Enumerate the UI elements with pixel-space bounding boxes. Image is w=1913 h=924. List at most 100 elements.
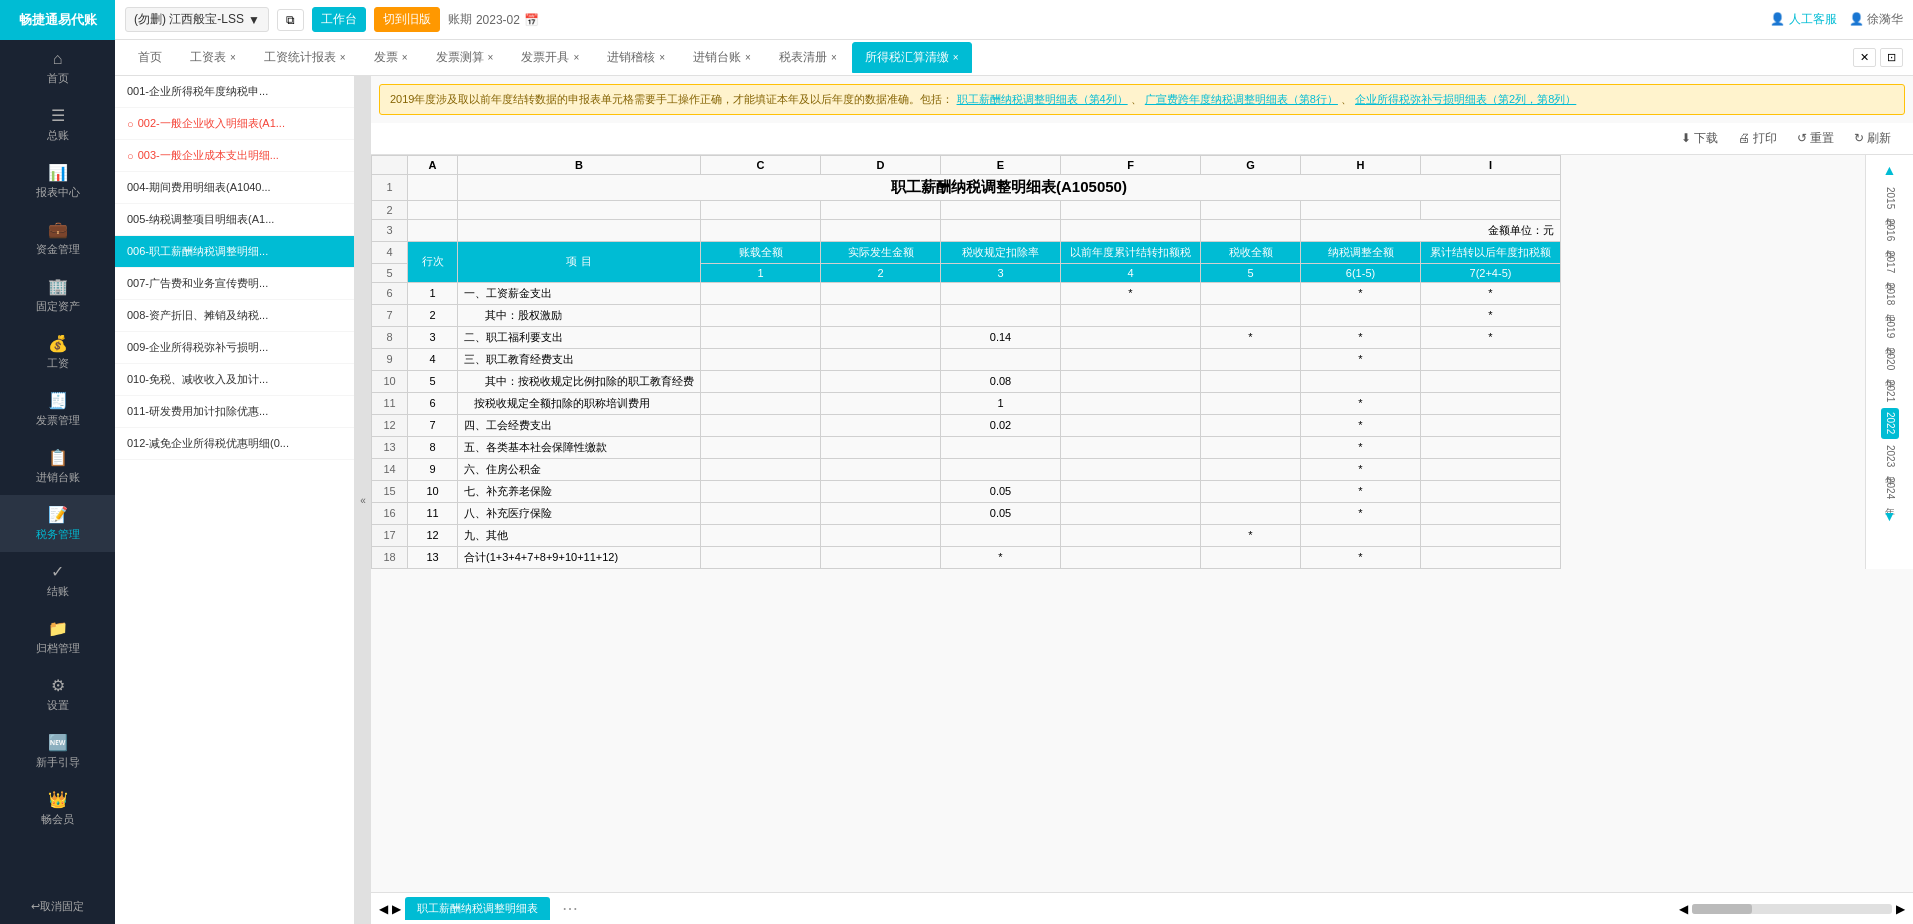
close-tab-invoice[interactable]: × [402, 52, 408, 63]
cell-18-E[interactable]: * [941, 546, 1061, 568]
cell-6-C[interactable] [701, 282, 821, 304]
sidebar-item-checkout[interactable]: ✓ 结账 [0, 552, 115, 609]
tab-salary-report[interactable]: 工资统计报表 × [251, 42, 359, 73]
scroll-left-icon[interactable]: ◀ [1679, 902, 1688, 916]
cell-16-H[interactable]: * [1301, 502, 1421, 524]
left-item-004[interactable]: 004-期间费用明细表(A1040... [115, 172, 354, 204]
cell-17-B[interactable]: 九、其他 [458, 524, 701, 546]
cell-14-A[interactable]: 9 [408, 458, 458, 480]
left-item-010[interactable]: 010-免税、减收收入及加计... [115, 364, 354, 396]
cell-12-I[interactable] [1421, 414, 1561, 436]
year-2017[interactable]: 2017年 [1881, 247, 1899, 277]
collapse-button[interactable]: « [355, 76, 371, 924]
sheet-menu[interactable]: ⋯ [554, 899, 586, 918]
close-tab-tax-table[interactable]: × [831, 52, 837, 63]
cell-15-A[interactable]: 10 [408, 480, 458, 502]
cell-16-C[interactable] [701, 502, 821, 524]
cell-6-A[interactable]: 1 [408, 282, 458, 304]
cell-6-B[interactable]: 一、工资薪金支出 [458, 282, 701, 304]
close-tab-sales-check[interactable]: × [659, 52, 665, 63]
cell-15-F[interactable] [1061, 480, 1201, 502]
cell-9-I[interactable] [1421, 348, 1561, 370]
cell-17-A[interactable]: 12 [408, 524, 458, 546]
tab-income-tax[interactable]: 所得税汇算清缴 × [852, 42, 972, 73]
cell-14-H[interactable]: * [1301, 458, 1421, 480]
cell-6-F[interactable]: * [1061, 282, 1201, 304]
cell-13-H[interactable]: * [1301, 436, 1421, 458]
cell-16-I[interactable] [1421, 502, 1561, 524]
cell-14-E[interactable] [941, 458, 1061, 480]
cell-11-H[interactable]: * [1301, 392, 1421, 414]
cell-16-F[interactable] [1061, 502, 1201, 524]
cell-6-H[interactable]: * [1301, 282, 1421, 304]
cell-7-B[interactable]: 其中：股权激励 [458, 304, 701, 326]
print-button[interactable]: 🖨 打印 [1732, 127, 1783, 150]
cell-8-I[interactable]: * [1421, 326, 1561, 348]
cell-6-D[interactable] [821, 282, 941, 304]
left-item-005[interactable]: 005-纳税调整项目明细表(A1... [115, 204, 354, 236]
cell-14-C[interactable] [701, 458, 821, 480]
cell-14-D[interactable] [821, 458, 941, 480]
cell-16-G[interactable] [1201, 502, 1301, 524]
cell-8-F[interactable] [1061, 326, 1201, 348]
cell-17-C[interactable] [701, 524, 821, 546]
cell-11-G[interactable] [1201, 392, 1301, 414]
cell-13-D[interactable] [821, 436, 941, 458]
cell-17-F[interactable] [1061, 524, 1201, 546]
cell-17-H[interactable] [1301, 524, 1421, 546]
close-tab-income-tax[interactable]: × [953, 52, 959, 63]
left-item-009[interactable]: 009-企业所得税弥补亏损明... [115, 332, 354, 364]
cell-12-D[interactable] [821, 414, 941, 436]
cell-12-B[interactable]: 四、工会经费支出 [458, 414, 701, 436]
cell-12-E[interactable]: 0.02 [941, 414, 1061, 436]
cell-6-G[interactable] [1201, 282, 1301, 304]
cell-18-D[interactable] [821, 546, 941, 568]
download-button[interactable]: ⬇ 下载 [1675, 127, 1724, 150]
cell-10-C[interactable] [701, 370, 821, 392]
cell-15-D[interactable] [821, 480, 941, 502]
cell-8-B[interactable]: 二、职工福利要支出 [458, 326, 701, 348]
cell-1-A[interactable] [408, 174, 458, 200]
cell-11-C[interactable] [701, 392, 821, 414]
cell-18-F[interactable] [1061, 546, 1201, 568]
cell-12-A[interactable]: 7 [408, 414, 458, 436]
cell-9-H[interactable]: * [1301, 348, 1421, 370]
sidebar-item-guide[interactable]: 🆕 新手引导 [0, 723, 115, 780]
cell-17-E[interactable] [941, 524, 1061, 546]
cell-8-G[interactable]: * [1201, 326, 1301, 348]
cell-18-A[interactable]: 13 [408, 546, 458, 568]
close-tab-invoice-issue[interactable]: × [573, 52, 579, 63]
cell-10-B[interactable]: 其中：按税收规定比例扣除的职工教育经费 [458, 370, 701, 392]
left-item-003[interactable]: 003-一般企业成本支出明细... [115, 140, 354, 172]
cell-10-A[interactable]: 5 [408, 370, 458, 392]
cell-7-C[interactable] [701, 304, 821, 326]
sidebar-item-fixed-asset[interactable]: 🏢 固定资产 [0, 267, 115, 324]
tab-tax-table[interactable]: 税表清册 × [766, 42, 850, 73]
year-2015[interactable]: 2015年 [1881, 183, 1899, 213]
left-item-008[interactable]: 008-资产折旧、摊销及纳税... [115, 300, 354, 332]
cell-15-G[interactable] [1201, 480, 1301, 502]
switch-button[interactable]: 切到旧版 [374, 7, 440, 32]
close-tab-salary[interactable]: × [230, 52, 236, 63]
cell-14-B[interactable]: 六、住房公积金 [458, 458, 701, 480]
company-dropdown-icon[interactable]: ▼ [248, 13, 260, 27]
year-nav-down[interactable]: ▼ [1880, 505, 1900, 527]
notice-link-1[interactable]: 职工薪酬纳税调整明细表（第4列） [957, 93, 1128, 105]
cell-18-I[interactable] [1421, 546, 1561, 568]
notice-link-2[interactable]: 广宣费跨年度纳税调整明细表（第8行） [1145, 93, 1338, 105]
cell-17-I[interactable] [1421, 524, 1561, 546]
cell-12-H[interactable]: * [1301, 414, 1421, 436]
cell-15-H[interactable]: * [1301, 480, 1421, 502]
company-selector[interactable]: (勿删) 江西般宝-LSS ▼ [125, 7, 269, 32]
cell-7-G[interactable] [1201, 304, 1301, 326]
cell-12-G[interactable] [1201, 414, 1301, 436]
year-2023[interactable]: 2023年 [1881, 441, 1899, 471]
sidebar-item-invoice-mgmt[interactable]: 🧾 发票管理 [0, 381, 115, 438]
cell-9-C[interactable] [701, 348, 821, 370]
cell-16-B[interactable]: 八、补充医疗保险 [458, 502, 701, 524]
year-2020[interactable]: 2020年 [1881, 344, 1899, 374]
cell-16-A[interactable]: 11 [408, 502, 458, 524]
calendar-icon[interactable]: 📅 [524, 13, 539, 27]
cell-6-I[interactable]: * [1421, 282, 1561, 304]
cell-15-C[interactable] [701, 480, 821, 502]
